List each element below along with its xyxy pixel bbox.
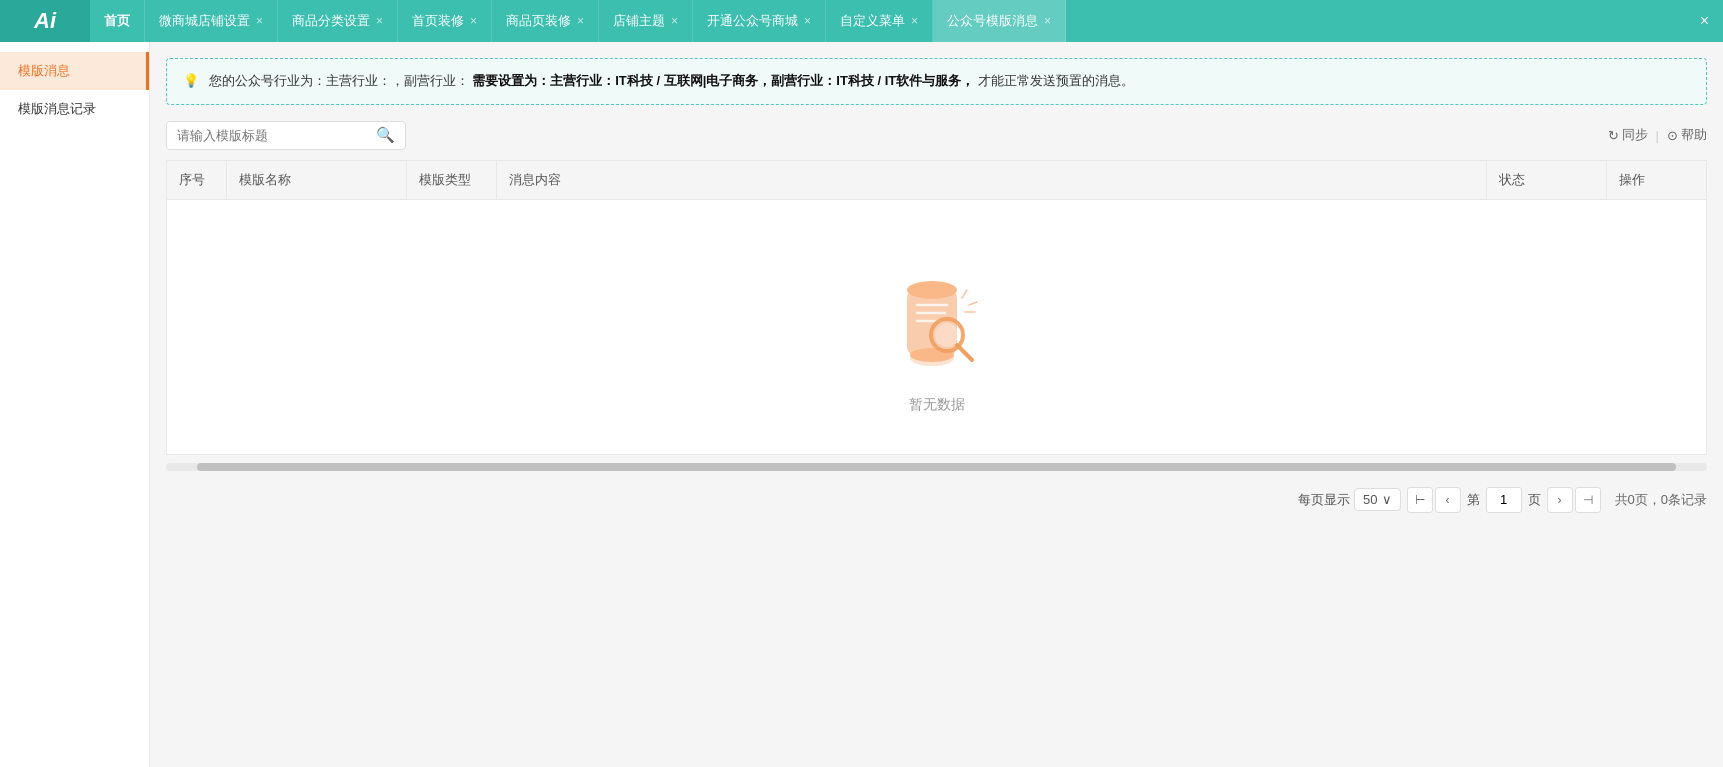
col-status: 状态 — [1487, 160, 1607, 199]
close-tab-shop-settings[interactable]: × — [256, 14, 263, 28]
per-page-dropdown-icon: ∨ — [1382, 492, 1392, 507]
help-button[interactable]: ⊙ 帮助 — [1667, 126, 1707, 144]
col-index: 序号 — [167, 160, 227, 199]
nav-tab-home-deco-label: 首页装修 — [412, 12, 464, 30]
page-label: 第 — [1467, 491, 1480, 509]
page-suffix-label: 页 — [1528, 491, 1541, 509]
nav-tab-shop-settings[interactable]: 微商城店铺设置 × — [145, 0, 278, 42]
current-page-input[interactable] — [1486, 487, 1522, 513]
sidebar-item-template-message-record[interactable]: 模版消息记录 — [0, 90, 149, 128]
svg-point-9 — [935, 323, 959, 347]
data-table: 序号 模版名称 模版类型 消息内容 状态 操作 — [166, 160, 1707, 455]
svg-line-11 — [969, 302, 977, 305]
empty-state: 暂无数据 — [167, 200, 1706, 454]
app-logo: Ai — [0, 0, 90, 42]
toolbar-actions: ↻ 同步 | ⊙ 帮助 — [1608, 126, 1707, 144]
sync-label: 同步 — [1622, 126, 1648, 144]
table-header-row: 序号 模版名称 模版类型 消息内容 状态 操作 — [167, 160, 1707, 199]
nav-tab-template-msg-label: 公众号模版消息 — [947, 12, 1038, 30]
notice-highlight: 需要设置为：主营行业：IT科技 / 互联网|电子商务，副营行业：IT科技 / I… — [472, 73, 974, 88]
per-page-value: 50 — [1363, 492, 1377, 507]
nav-tab-product-deco-label: 商品页装修 — [506, 12, 571, 30]
col-action: 操作 — [1607, 160, 1707, 199]
svg-point-2 — [907, 281, 957, 299]
empty-text: 暂无数据 — [909, 396, 965, 414]
close-tab-open-mall[interactable]: × — [804, 14, 811, 28]
empty-state-row: 暂无数据 — [167, 199, 1707, 454]
main-layout: 模版消息 模版消息记录 💡 您的公众号行业为：主营行业：，副营行业： 需要设置为… — [0, 42, 1723, 767]
nav-tab-shop-settings-label: 微商城店铺设置 — [159, 12, 250, 30]
scrollbar-thumb[interactable] — [197, 463, 1676, 471]
col-type: 模版类型 — [407, 160, 497, 199]
notice-text-suffix: 才能正常发送预置的消息。 — [978, 73, 1134, 88]
help-label: 帮助 — [1681, 126, 1707, 144]
horizontal-scrollbar[interactable] — [166, 463, 1707, 471]
close-tab-custom-menu[interactable]: × — [911, 14, 918, 28]
sidebar-item-template-record-label: 模版消息记录 — [18, 101, 96, 116]
toolbar-row: 🔍 ↻ 同步 | ⊙ 帮助 — [166, 121, 1707, 150]
notice-box: 💡 您的公众号行业为：主营行业：，副营行业： 需要设置为：主营行业：IT科技 /… — [166, 58, 1707, 105]
empty-state-illustration — [877, 260, 997, 380]
last-page-button[interactable]: ⊣ — [1575, 487, 1601, 513]
svg-line-10 — [962, 290, 967, 298]
total-records-text: 共0页，0条记录 — [1615, 491, 1707, 509]
sync-button[interactable]: ↻ 同步 — [1608, 126, 1648, 144]
nav-tab-home-label: 首页 — [104, 12, 130, 30]
nav-tab-custom-menu-label: 自定义菜单 — [840, 12, 905, 30]
search-button[interactable]: 🔍 — [366, 126, 405, 144]
nav-tab-open-mall-label: 开通公众号商城 — [707, 12, 798, 30]
next-page-button[interactable]: › — [1547, 487, 1573, 513]
close-tab-category[interactable]: × — [376, 14, 383, 28]
nav-tab-home[interactable]: 首页 — [90, 0, 145, 42]
col-name: 模版名称 — [227, 160, 407, 199]
first-page-button[interactable]: ⊢ — [1407, 487, 1433, 513]
sidebar: 模版消息 模版消息记录 — [0, 42, 150, 767]
prev-page-button[interactable]: ‹ — [1435, 487, 1461, 513]
notice-text-prefix: 您的公众号行业为：主营行业：，副营行业： — [209, 73, 469, 88]
per-page-select[interactable]: 50 ∨ — [1354, 488, 1400, 511]
nav-tab-open-mall[interactable]: 开通公众号商城 × — [693, 0, 826, 42]
per-page-label: 每页显示 — [1298, 491, 1350, 509]
per-page-area: 每页显示 50 ∨ — [1298, 488, 1400, 511]
sidebar-item-template-message-label: 模版消息 — [18, 63, 70, 78]
top-navigation: Ai 首页 微商城店铺设置 × 商品分类设置 × 首页装修 × 商品页装修 × … — [0, 0, 1723, 42]
close-tab-product-deco[interactable]: × — [577, 14, 584, 28]
pagination: 每页显示 50 ∨ ⊢ ‹ 第 页 › ⊣ 共0页，0条记录 — [166, 479, 1707, 521]
notice-icon: 💡 — [183, 73, 199, 88]
help-icon: ⊙ — [1667, 128, 1678, 143]
sidebar-item-template-message[interactable]: 模版消息 — [0, 52, 149, 90]
sync-icon: ↻ — [1608, 128, 1619, 143]
search-input[interactable] — [167, 122, 366, 149]
nav-tab-product-decoration[interactable]: 商品页装修 × — [492, 0, 599, 42]
page-navigation: ⊢ ‹ 第 页 › ⊣ — [1407, 487, 1601, 513]
close-tab-template-msg[interactable]: × — [1044, 14, 1051, 28]
close-tab-home-deco[interactable]: × — [470, 14, 477, 28]
nav-tab-template-msg[interactable]: 公众号模版消息 × — [933, 0, 1066, 42]
close-all-tabs-button[interactable]: × — [1686, 0, 1723, 42]
close-tab-store-theme[interactable]: × — [671, 14, 678, 28]
search-area: 🔍 — [166, 121, 406, 150]
nav-tab-category-label: 商品分类设置 — [292, 12, 370, 30]
nav-tab-store-theme[interactable]: 店铺主题 × — [599, 0, 693, 42]
nav-tab-store-theme-label: 店铺主题 — [613, 12, 665, 30]
content-area: 💡 您的公众号行业为：主营行业：，副营行业： 需要设置为：主营行业：IT科技 /… — [150, 42, 1723, 767]
nav-tab-custom-menu[interactable]: 自定义菜单 × — [826, 0, 933, 42]
nav-tab-category-settings[interactable]: 商品分类设置 × — [278, 0, 398, 42]
col-content: 消息内容 — [497, 160, 1487, 199]
nav-tab-home-decoration[interactable]: 首页装修 × — [398, 0, 492, 42]
toolbar-divider: | — [1656, 128, 1659, 143]
